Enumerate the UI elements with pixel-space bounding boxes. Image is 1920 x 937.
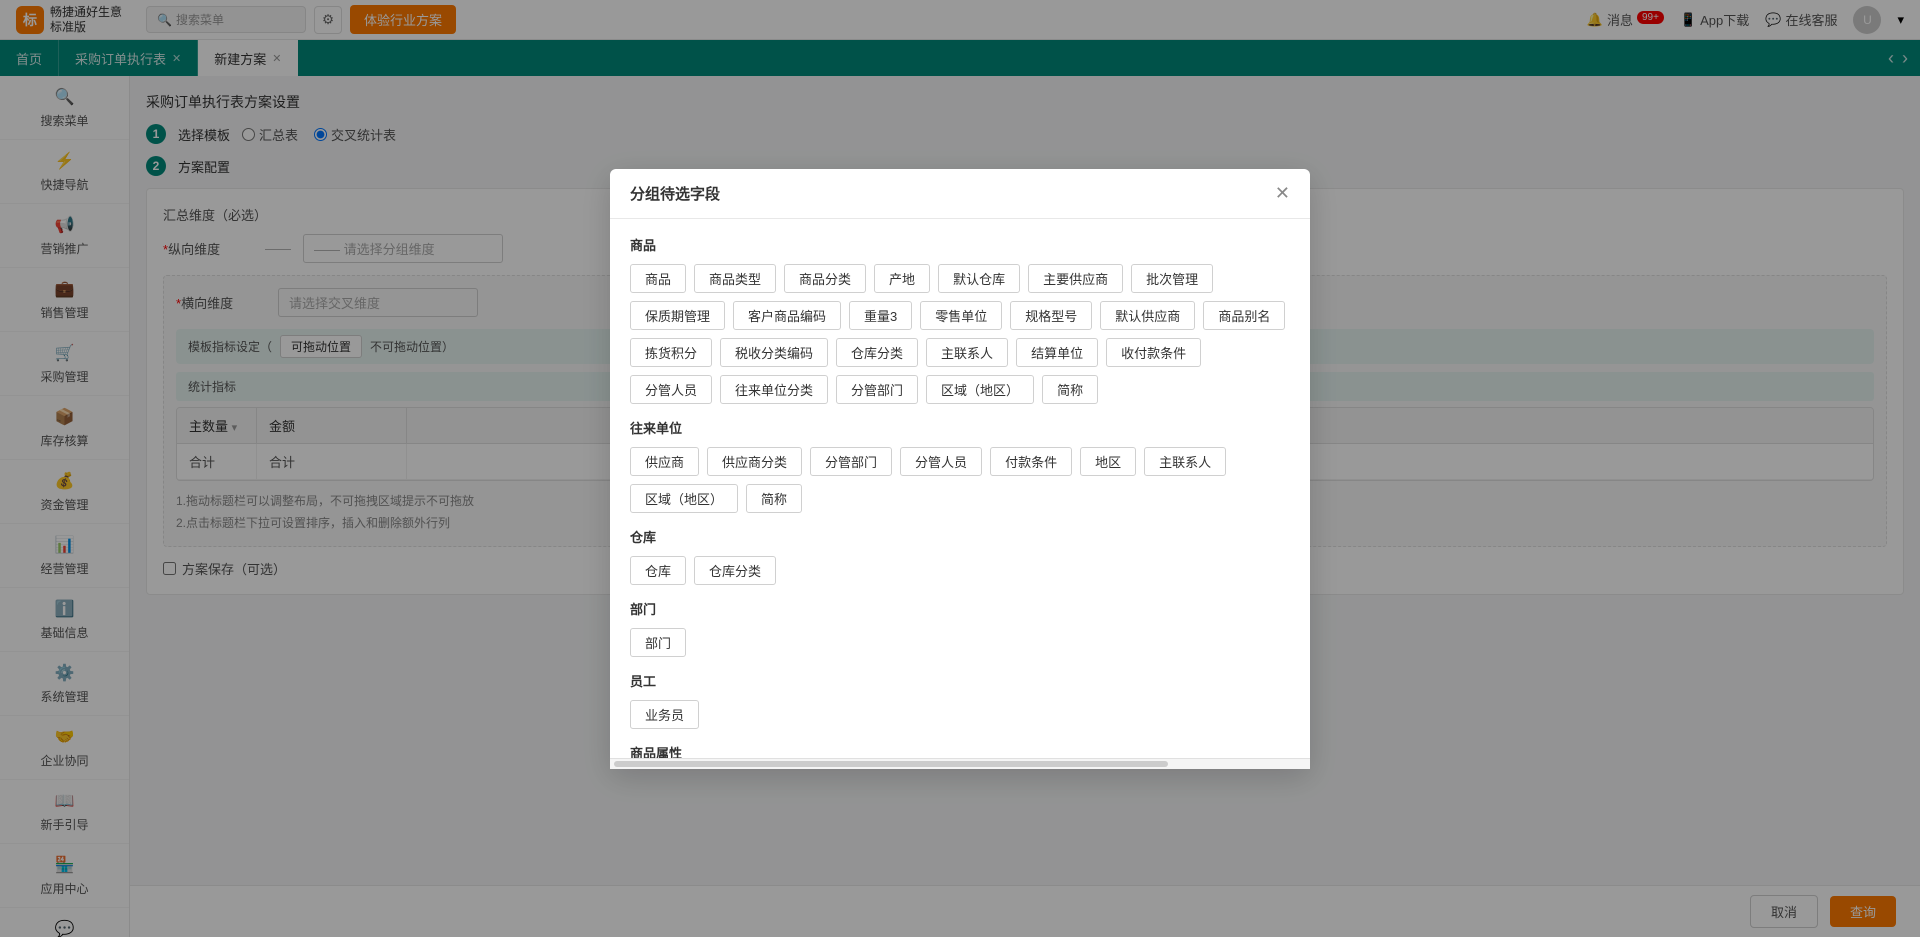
field-tag[interactable]: 零售单位 bbox=[920, 301, 1002, 330]
field-tag[interactable]: 结算单位 bbox=[1016, 338, 1098, 367]
field-tag[interactable]: 付款条件 bbox=[990, 447, 1072, 476]
modal-overlay: 分组待选字段 ✕ 商品商品商品类型商品分类产地默认仓库主要供应商批次管理保质期管… bbox=[0, 0, 1920, 937]
field-tag[interactable]: 分管部门 bbox=[836, 375, 918, 404]
field-grid: 仓库仓库分类 bbox=[630, 556, 1290, 585]
field-tag[interactable]: 仓库分类 bbox=[694, 556, 776, 585]
field-tag[interactable]: 商品别名 bbox=[1203, 301, 1285, 330]
field-tag[interactable]: 区域（地区） bbox=[926, 375, 1034, 404]
field-tag[interactable]: 仓库 bbox=[630, 556, 686, 585]
field-tag[interactable]: 往来单位分类 bbox=[720, 375, 828, 404]
field-tag[interactable]: 分管人员 bbox=[900, 447, 982, 476]
modal: 分组待选字段 ✕ 商品商品商品类型商品分类产地默认仓库主要供应商批次管理保质期管… bbox=[610, 169, 1310, 769]
field-tag[interactable]: 供应商分类 bbox=[707, 447, 802, 476]
field-tag[interactable]: 业务员 bbox=[630, 700, 699, 729]
field-tag[interactable]: 部门 bbox=[630, 628, 686, 657]
field-tag[interactable]: 客户商品编码 bbox=[733, 301, 841, 330]
field-tag[interactable]: 默认仓库 bbox=[938, 264, 1020, 293]
modal-section-title: 商品 bbox=[630, 235, 1290, 254]
modal-header: 分组待选字段 ✕ bbox=[610, 169, 1310, 219]
field-tag[interactable]: 简称 bbox=[746, 484, 802, 513]
field-tag[interactable]: 商品类型 bbox=[694, 264, 776, 293]
field-grid: 商品商品类型商品分类产地默认仓库主要供应商批次管理保质期管理客户商品编码重量3 零… bbox=[630, 264, 1290, 404]
field-tag[interactable]: 简称 bbox=[1042, 375, 1098, 404]
field-tag[interactable]: 税收分类编码 bbox=[720, 338, 828, 367]
field-tag[interactable]: 商品 bbox=[630, 264, 686, 293]
field-tag[interactable]: 商品分类 bbox=[784, 264, 866, 293]
field-tag[interactable]: 区域（地区） bbox=[630, 484, 738, 513]
modal-section-title: 往来单位 bbox=[630, 418, 1290, 437]
modal-section-title: 部门 bbox=[630, 599, 1290, 618]
field-tag[interactable]: 保质期管理 bbox=[630, 301, 725, 330]
field-tag[interactable]: 地区 bbox=[1080, 447, 1136, 476]
field-tag[interactable]: 重量3 bbox=[849, 301, 912, 330]
field-grid: 供应商供应商分类分管部门分管人员付款条件地区主联系人区域（地区） 简称 bbox=[630, 447, 1290, 513]
field-tag[interactable]: 批次管理 bbox=[1131, 264, 1213, 293]
modal-section-title: 员工 bbox=[630, 671, 1290, 690]
modal-hscroll[interactable] bbox=[610, 758, 1310, 769]
field-tag[interactable]: 分管人员 bbox=[630, 375, 712, 404]
field-tag[interactable]: 主联系人 bbox=[926, 338, 1008, 367]
field-tag[interactable]: 主要供应商 bbox=[1028, 264, 1123, 293]
field-tag[interactable]: 规格型号 bbox=[1010, 301, 1092, 330]
modal-section-title: 仓库 bbox=[630, 527, 1290, 546]
field-grid: 部门 bbox=[630, 628, 1290, 657]
modal-close-icon[interactable]: ✕ bbox=[1275, 184, 1290, 202]
field-tag[interactable]: 主联系人 bbox=[1144, 447, 1226, 476]
field-tag[interactable]: 仓库分类 bbox=[836, 338, 918, 367]
modal-section-title: 商品属性 bbox=[630, 743, 1290, 758]
field-tag[interactable]: 默认供应商 bbox=[1100, 301, 1195, 330]
field-tag[interactable]: 供应商 bbox=[630, 447, 699, 476]
field-tag[interactable]: 拣货积分 bbox=[630, 338, 712, 367]
field-tag[interactable]: 收付款条件 bbox=[1106, 338, 1201, 367]
modal-title: 分组待选字段 bbox=[630, 183, 720, 204]
field-grid: 业务员 bbox=[630, 700, 1290, 729]
field-tag[interactable]: 分管部门 bbox=[810, 447, 892, 476]
modal-body: 商品商品商品类型商品分类产地默认仓库主要供应商批次管理保质期管理客户商品编码重量… bbox=[610, 219, 1310, 758]
field-tag[interactable]: 产地 bbox=[874, 264, 930, 293]
